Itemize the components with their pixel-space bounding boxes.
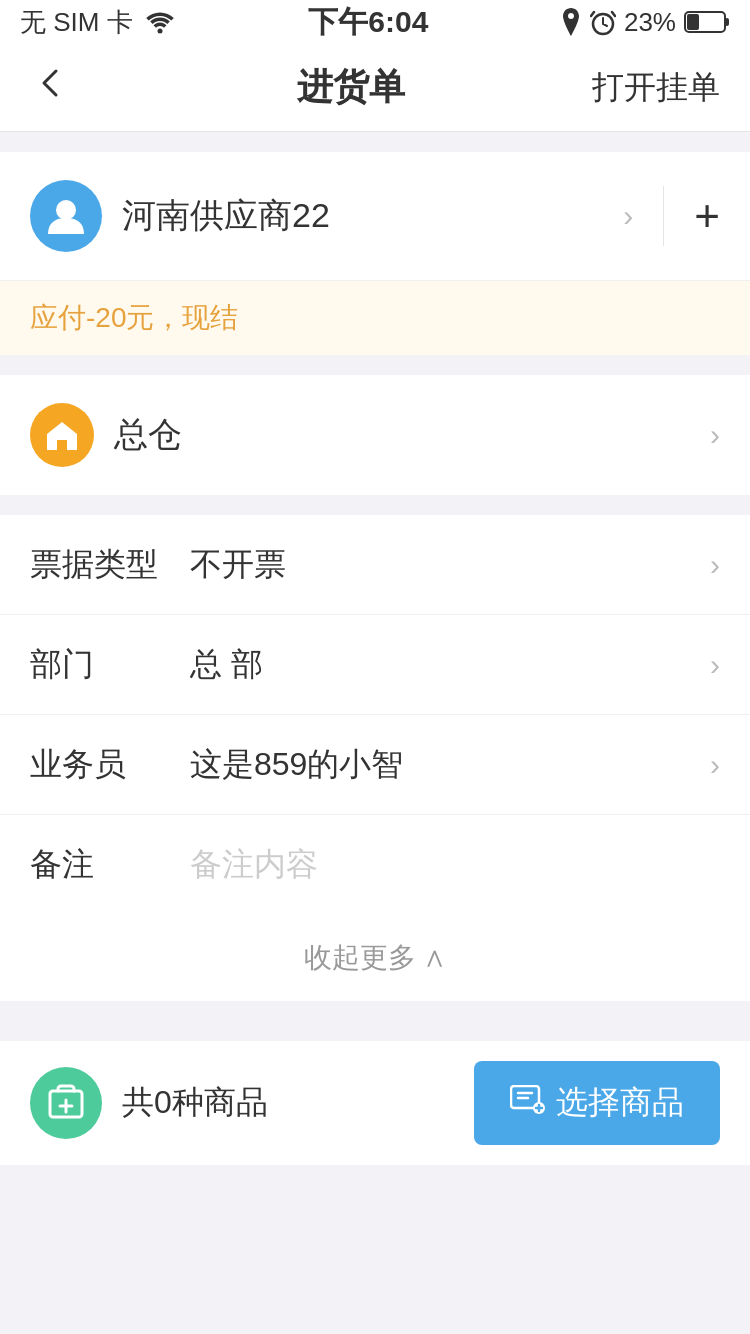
invoice-label: 票据类型: [30, 543, 170, 587]
invoice-chevron-icon: ›: [710, 548, 720, 582]
add-supplier-button[interactable]: +: [694, 191, 720, 241]
department-label: 部门: [30, 643, 170, 687]
salesperson-chevron-icon: ›: [710, 748, 720, 782]
back-button[interactable]: [30, 63, 110, 112]
svg-point-0: [157, 29, 162, 34]
location-icon: [560, 8, 582, 36]
product-bar: 共0种商品 选择商品: [0, 1041, 750, 1165]
remark-label: 备注: [30, 843, 170, 887]
battery-icon: [684, 10, 730, 34]
supplier-avatar: [30, 180, 102, 252]
nav-bar: 进货单 打开挂单: [0, 44, 750, 132]
status-right: 23%: [560, 7, 730, 38]
section-gap-3: [0, 1001, 750, 1021]
product-icon-wrap: [30, 1067, 102, 1139]
status-bar: 无 SIM 卡 下午6:04 23%: [0, 0, 750, 44]
svg-point-5: [56, 200, 76, 220]
svg-rect-4: [687, 14, 699, 30]
department-row[interactable]: 部门 总 部 ›: [0, 615, 750, 715]
invoice-value: 不开票: [190, 543, 700, 587]
warehouse-row[interactable]: 总仓 ›: [0, 375, 750, 495]
supplier-row-right: › +: [623, 186, 720, 246]
content-area: 河南供应商22 › + 应付-20元，现结 总仓 › 票据类型 不开票: [0, 132, 750, 1334]
status-time: 下午6:04: [308, 2, 428, 43]
warehouse-chevron-icon: ›: [710, 418, 720, 452]
form-section: 票据类型 不开票 › 部门 总 部 › 业务员 这是859的小智 › 备注 备注…: [0, 515, 750, 915]
section-gap-2: [0, 355, 750, 375]
department-value: 总 部: [190, 643, 700, 687]
select-product-button[interactable]: 选择商品: [474, 1061, 720, 1145]
warehouse-card: 总仓 ›: [0, 375, 750, 495]
salesperson-label: 业务员: [30, 743, 170, 787]
warehouse-name: 总仓: [114, 412, 710, 458]
collapse-row[interactable]: 收起更多 ∧: [0, 915, 750, 1001]
invoice-row[interactable]: 票据类型 不开票 ›: [0, 515, 750, 615]
battery-text: 23%: [624, 7, 676, 38]
salesperson-value: 这是859的小智: [190, 743, 700, 787]
page-title: 进货单: [297, 63, 405, 112]
supplier-alert: 应付-20元，现结: [0, 281, 750, 355]
svg-rect-3: [725, 18, 729, 26]
open-pending-button[interactable]: 打开挂单: [592, 66, 720, 110]
supplier-section: 河南供应商22 › + 应付-20元，现结: [0, 152, 750, 355]
remark-input[interactable]: 备注内容: [190, 843, 720, 887]
carrier-text: 无 SIM 卡: [20, 5, 133, 40]
supplier-row[interactable]: 河南供应商22 › +: [0, 152, 750, 281]
vertical-divider: [663, 186, 664, 246]
select-product-icon: [510, 1084, 546, 1123]
wifi-icon: [143, 10, 177, 34]
collapse-text: 收起更多 ∧: [304, 939, 447, 977]
gray-area: [0, 1165, 750, 1334]
supplier-chevron-icon: ›: [623, 199, 633, 233]
select-product-label: 选择商品: [556, 1081, 684, 1125]
section-gap-1: [0, 132, 750, 152]
supplier-name: 河南供应商22: [122, 193, 623, 239]
status-carrier: 无 SIM 卡: [20, 5, 177, 40]
warehouse-icon-wrap: [30, 403, 94, 467]
salesperson-row[interactable]: 业务员 这是859的小智 ›: [0, 715, 750, 815]
department-chevron-icon: ›: [710, 648, 720, 682]
product-count: 共0种商品: [122, 1081, 474, 1125]
remark-row[interactable]: 备注 备注内容: [0, 815, 750, 915]
alarm-icon: [590, 8, 616, 36]
